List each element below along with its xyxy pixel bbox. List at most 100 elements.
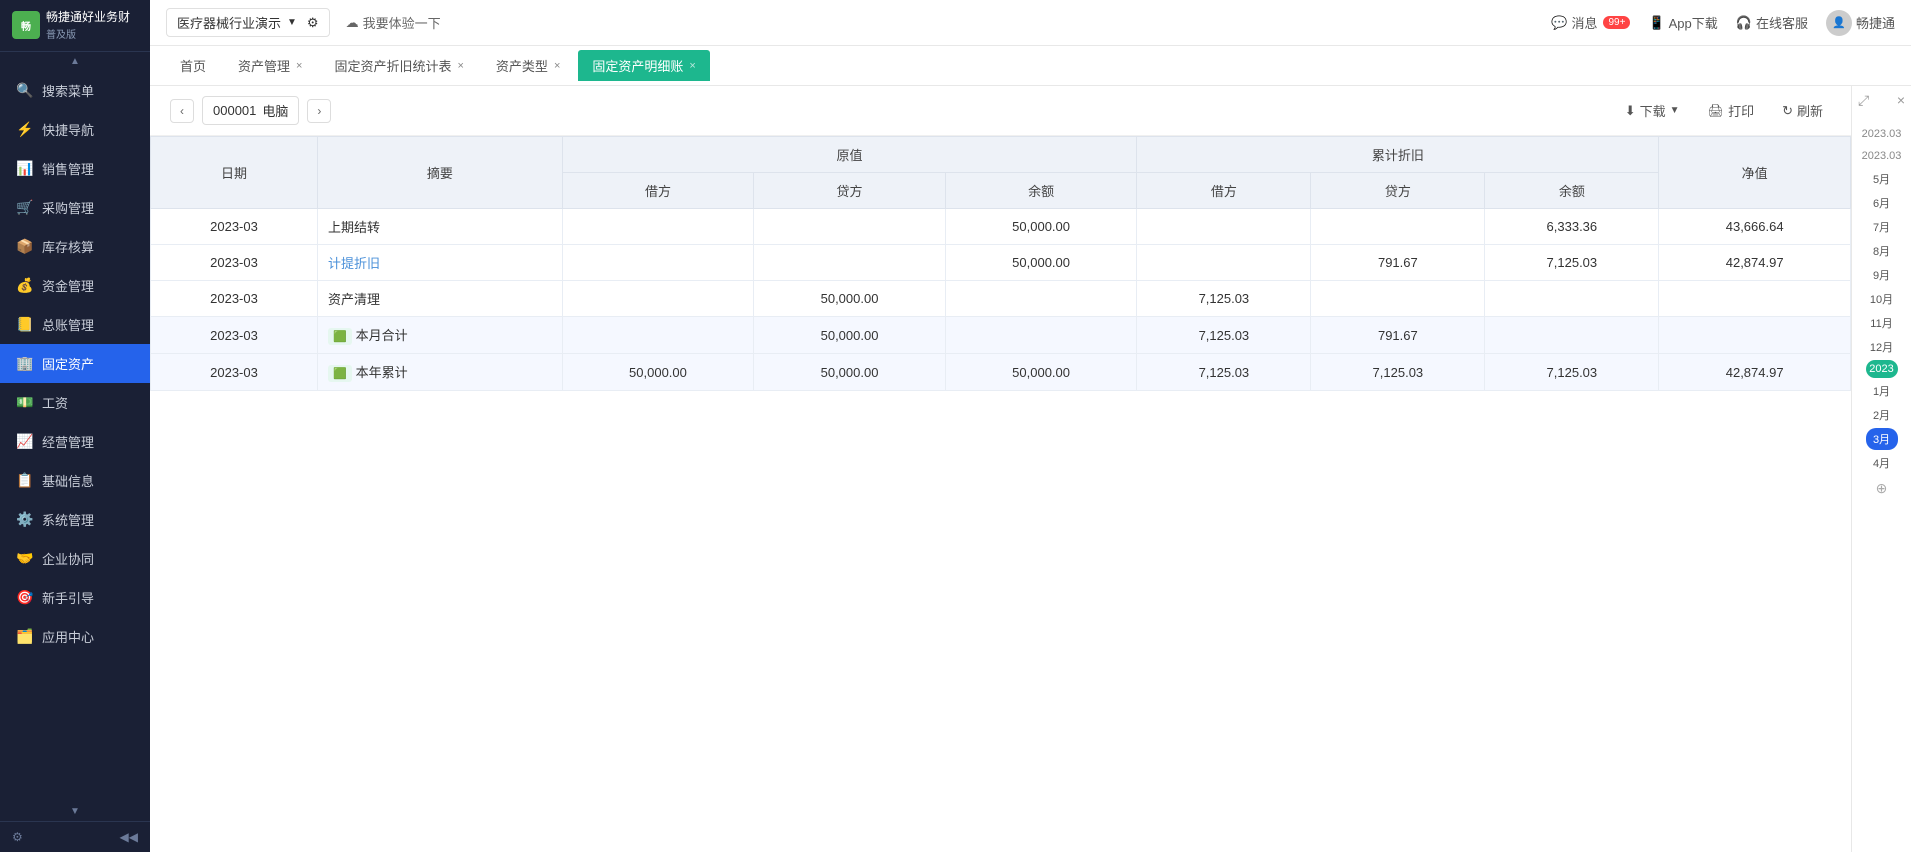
tl-month-7[interactable]: 7月 xyxy=(1852,216,1911,238)
online-service-btn[interactable]: 🎧 在线客服 xyxy=(1736,13,1808,32)
sidebar-item-basic[interactable]: 📋 基础信息 xyxy=(0,461,150,500)
sidebar-item-salary[interactable]: 💵 工资 xyxy=(0,383,150,422)
tl-month-1[interactable]: 1月 xyxy=(1852,380,1911,402)
tl-month-12[interactable]: 12月 xyxy=(1852,336,1911,358)
experience-label: 我要体验一下 xyxy=(363,13,441,32)
row2-lj-debit xyxy=(1137,245,1311,281)
tab-home[interactable]: 首页 xyxy=(166,50,220,81)
sidebar-scroll-up[interactable]: ▲ xyxy=(0,52,150,71)
row5-date: 2023-03 xyxy=(151,354,318,391)
asset-header: ‹ 000001 电脑 › ⬇ 下载 ▼ 🖨 打印 xyxy=(150,86,1851,136)
apps-icon: 🗂️ xyxy=(16,627,34,645)
tl-month-5[interactable]: 5月 xyxy=(1852,168,1911,190)
user-profile-btn[interactable]: 👤 畅捷通 xyxy=(1826,10,1895,36)
logo-text-area: 畅捷通好业务财 普及版 xyxy=(46,10,130,41)
sidebar-item-inventory[interactable]: 📦 库存核算 xyxy=(0,227,150,266)
row2-date: 2023-03 xyxy=(151,245,318,281)
row4-lj-debit: 7,125.03 xyxy=(1137,317,1311,354)
row5-summary: 🟩本年累计 xyxy=(317,354,562,391)
sidebar-item-purchase[interactable]: 🛒 采购管理 xyxy=(0,188,150,227)
download-label: 下载 xyxy=(1640,101,1666,120)
badge-monthly: 🟩 xyxy=(328,328,352,345)
collapse-icon[interactable]: ◀◀ xyxy=(120,830,138,844)
sidebar-item-quicknav[interactable]: ⚡ 快捷导航 xyxy=(0,110,150,149)
sidebar-item-guide[interactable]: 🎯 新手引导 xyxy=(0,578,150,617)
messages-badge: 99+ xyxy=(1603,16,1630,29)
row4-lj-balance xyxy=(1485,317,1659,354)
system-icon: ⚙️ xyxy=(16,510,34,528)
user-avatar: 👤 xyxy=(1826,10,1852,36)
timeline-items: 2023.03 2023.03 5月 6月 7月 8月 9月 10月 11月 1… xyxy=(1852,124,1911,497)
app-download-btn[interactable]: 📱 App下载 xyxy=(1648,13,1717,32)
nav-next-btn[interactable]: › xyxy=(307,99,331,123)
sidebar-item-sales[interactable]: 📊 销售管理 xyxy=(0,149,150,188)
sidebar-item-system[interactable]: ⚙️ 系统管理 xyxy=(0,500,150,539)
experience-btn[interactable]: ☁ 我要体验一下 xyxy=(346,13,441,32)
col-leiji-credit: 贷方 xyxy=(1311,173,1485,209)
sidebar-label-basic: 基础信息 xyxy=(42,471,94,490)
table-row: 2023-03 资产清理 50,000.00 7,125.03 xyxy=(151,281,1851,317)
tab-asset-manage-label: 资产管理 xyxy=(238,56,290,75)
row3-yz-debit xyxy=(562,281,754,317)
sidebar-label-search: 搜索菜单 xyxy=(42,81,94,100)
sidebar-item-ledger[interactable]: 📒 总账管理 xyxy=(0,305,150,344)
tab-asset-type[interactable]: 资产类型 × xyxy=(482,50,574,81)
company-name: 医疗器械行业演示 xyxy=(177,13,281,32)
row4-yz-credit: 50,000.00 xyxy=(754,317,946,354)
tl-month-11[interactable]: 11月 xyxy=(1852,312,1911,334)
row3-yz-balance xyxy=(945,281,1137,317)
tab-asset-detail[interactable]: 固定资产明细账 × xyxy=(578,50,709,81)
sidebar-item-fixed[interactable]: 🏢 固定资产 xyxy=(0,344,150,383)
print-btn[interactable]: 🖨 打印 xyxy=(1700,97,1763,124)
nav-prev-btn[interactable]: ‹ xyxy=(170,99,194,123)
settings-icon[interactable]: ⚙ xyxy=(12,830,23,844)
row1-yz-debit xyxy=(562,209,754,245)
tl-month-6[interactable]: 6月 xyxy=(1852,192,1911,214)
capital-icon: 💰 xyxy=(16,276,34,294)
sidebar-item-search[interactable]: 🔍 搜索菜单 xyxy=(0,71,150,110)
sidebar-item-operations[interactable]: 📈 经营管理 xyxy=(0,422,150,461)
print-icon: 🖨 xyxy=(1708,103,1725,119)
tab-asset-type-close[interactable]: × xyxy=(554,60,560,72)
toolbar-right: ⬇ 下载 ▼ 🖨 打印 ↻ 刷新 xyxy=(1617,97,1831,124)
tl-month-10[interactable]: 10月 xyxy=(1852,288,1911,310)
row2-summary-link[interactable]: 计提折旧 xyxy=(328,256,380,271)
settings-company-icon[interactable]: ⚙ xyxy=(307,15,319,31)
tl-month-4[interactable]: 4月 xyxy=(1852,452,1911,474)
tab-asset-detail-close[interactable]: × xyxy=(689,60,695,72)
row4-net xyxy=(1659,317,1851,354)
sidebar-item-collab[interactable]: 🤝 企业协同 xyxy=(0,539,150,578)
quicknav-icon: ⚡ xyxy=(16,120,34,138)
tl-year-2023[interactable]: 2023 xyxy=(1866,360,1898,378)
sidebar-item-apps[interactable]: 🗂️ 应用中心 xyxy=(0,617,150,656)
col-yuanzhi-debit: 借方 xyxy=(562,173,754,209)
company-selector[interactable]: 医疗器械行业演示 ▼ ⚙ xyxy=(166,8,330,37)
tl-month-3[interactable]: 3月 xyxy=(1866,428,1898,450)
row1-yz-balance: 50,000.00 xyxy=(945,209,1137,245)
messages-btn[interactable]: 💬 消息 99+ xyxy=(1551,13,1630,32)
sidebar-nav: 🔍 搜索菜单 ⚡ 快捷导航 📊 销售管理 🛒 采购管理 📦 库存核算 💰 资金管… xyxy=(0,71,150,802)
refresh-btn[interactable]: ↻ 刷新 xyxy=(1774,97,1831,124)
row2-lj-balance: 7,125.03 xyxy=(1485,245,1659,281)
fixed-icon: 🏢 xyxy=(16,354,34,372)
tab-asset-manage-close[interactable]: × xyxy=(296,60,302,72)
sidebar-label-system: 系统管理 xyxy=(42,510,94,529)
tl-scroll-down-icon[interactable]: ⊕ xyxy=(1876,480,1888,497)
tl-month-8[interactable]: 8月 xyxy=(1852,240,1911,262)
tl-month-9[interactable]: 9月 xyxy=(1852,264,1911,286)
timeline-expand-icon[interactable]: ⤢ xyxy=(1858,92,1869,109)
tab-depreciation[interactable]: 固定资产折旧统计表 × xyxy=(320,50,477,81)
timeline-panel: ⤢ × 2023.03 2023.03 5月 6月 7月 8月 9月 10月 1… xyxy=(1851,86,1911,852)
timeline-close-icon[interactable]: × xyxy=(1897,92,1905,108)
download-btn[interactable]: ⬇ 下载 ▼ xyxy=(1617,97,1688,124)
sidebar-label-ledger: 总账管理 xyxy=(42,315,94,334)
sidebar-label-apps: 应用中心 xyxy=(42,627,94,646)
sidebar-item-capital[interactable]: 💰 资金管理 xyxy=(0,266,150,305)
tab-depreciation-close[interactable]: × xyxy=(457,60,463,72)
sidebar-scroll-down[interactable]: ▼ xyxy=(0,802,150,821)
tab-asset-manage[interactable]: 资产管理 × xyxy=(224,50,316,81)
sidebar: 畅 畅捷通好业务财 普及版 ▲ 🔍 搜索菜单 ⚡ 快捷导航 📊 销售管理 🛒 采… xyxy=(0,0,150,852)
tl-month-2[interactable]: 2月 xyxy=(1852,404,1911,426)
row1-lj-credit xyxy=(1311,209,1485,245)
basic-icon: 📋 xyxy=(16,471,34,489)
